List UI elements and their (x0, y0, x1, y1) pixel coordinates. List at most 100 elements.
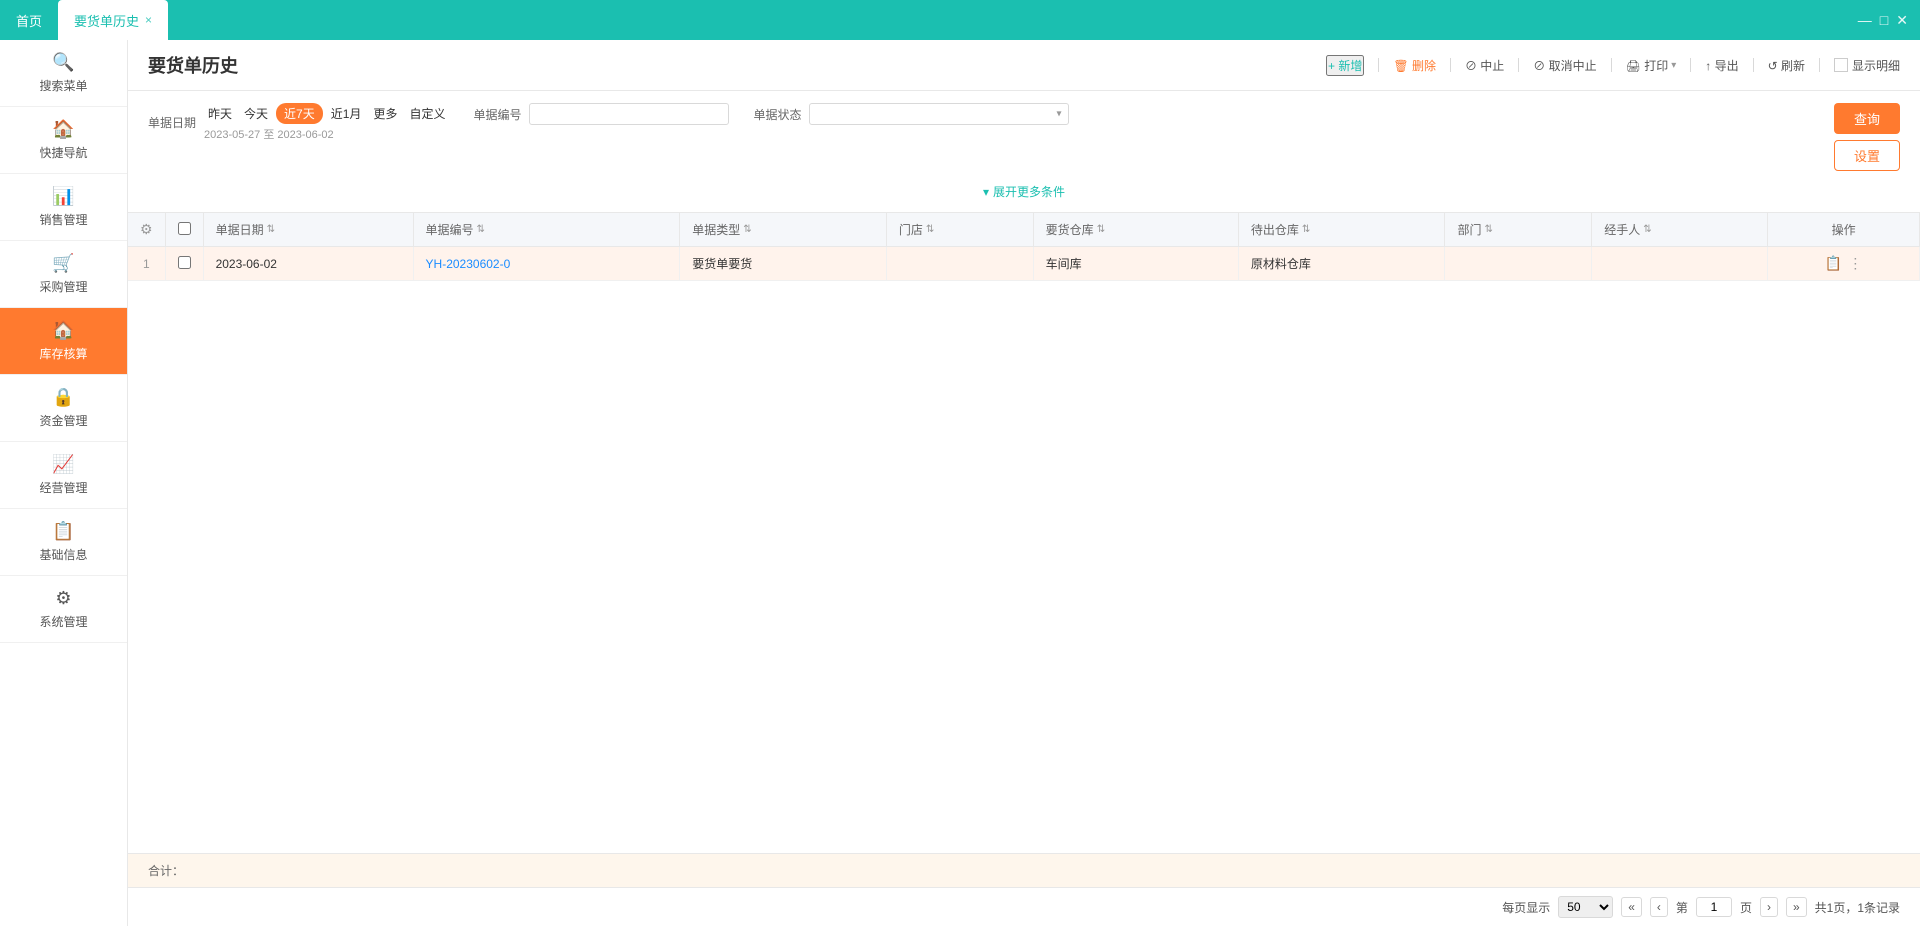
tab-close-icon[interactable]: × (145, 13, 152, 27)
divider (1690, 58, 1691, 72)
order-no-link[interactable]: YH-20230602-0 (426, 257, 511, 271)
date-btn-more[interactable]: 更多 (369, 103, 401, 124)
row-order-date: 2023-06-02 (203, 247, 413, 281)
sort-order-no-icon[interactable]: ⇅ (477, 224, 485, 235)
sort-department-icon[interactable]: ⇅ (1484, 224, 1492, 235)
table-summary: 合计： (128, 853, 1920, 887)
last-page-button[interactable]: » (1786, 897, 1807, 917)
delete-button[interactable]: 🗑 删除 (1393, 57, 1436, 74)
row-req-warehouse: 车间库 (1033, 247, 1238, 281)
row-checkbox[interactable] (178, 256, 191, 269)
sidebar-item-search-menu[interactable]: 🔍 搜索菜单 (0, 40, 127, 107)
date-range-display: 2023-05-27 至 2023-06-02 (204, 126, 449, 142)
date-btn-1month[interactable]: 近1月 (327, 103, 366, 124)
stop-button[interactable]: ⊘ 中止 (1465, 57, 1504, 74)
export-button[interactable]: ↑ 导出 (1705, 57, 1738, 74)
sort-order-date-icon[interactable]: ⇅ (267, 224, 275, 235)
order-no-input[interactable] (529, 103, 729, 125)
divider (1611, 58, 1612, 72)
date-btn-7days[interactable]: 近7天 (276, 103, 323, 124)
th-actions: 操作 (1768, 213, 1920, 247)
filter-area: 单据日期 昨天 今天 近7天 近1月 更多 自定义 2023-05-27 至 2… (128, 91, 1920, 213)
page-unit: 页 (1740, 899, 1752, 916)
sidebar-item-sales[interactable]: 📊 销售管理 (0, 174, 127, 241)
maximize-icon[interactable]: □ (1880, 12, 1888, 28)
tab-requisition-history[interactable]: 要货单历史 × (58, 0, 168, 40)
minimize-icon[interactable]: — (1858, 12, 1872, 28)
first-page-button[interactable]: « (1621, 897, 1642, 917)
th-order-date: 单据日期 ⇅ (203, 213, 413, 247)
row-num: 1 (128, 247, 165, 281)
sidebar-item-purchase[interactable]: 🛒 采购管理 (0, 241, 127, 308)
print-button[interactable]: 🖨 打印 ▾ (1626, 57, 1677, 74)
pagination-bar: 每页显示 10 20 50 100 « ‹ 第 页 › » 共1页，1条记录 (128, 887, 1920, 926)
order-no-filter-group: 单据编号 (473, 103, 729, 125)
sidebar-item-label: 系统管理 (39, 613, 87, 630)
divider (1518, 58, 1519, 72)
show-detail-checkbox[interactable] (1834, 58, 1848, 72)
date-filter-label: 单据日期 (148, 114, 196, 131)
row-handler (1592, 247, 1768, 281)
new-button[interactable]: + 新增 (1326, 55, 1364, 76)
row-store (886, 247, 1033, 281)
select-all-checkbox[interactable] (178, 222, 191, 235)
show-detail-toggle[interactable]: 显示明细 (1834, 57, 1900, 74)
page-label: 第 (1676, 899, 1688, 916)
divider (1819, 58, 1820, 72)
date-btn-today[interactable]: 今天 (240, 103, 272, 124)
header-actions: + 新增 🗑 删除 ⊘ 中止 ⊘ 取消中止 🖨 打印 ▾ (1326, 55, 1900, 76)
divider (1450, 58, 1451, 72)
th-req-warehouse: 要货仓库 ⇅ (1033, 213, 1238, 247)
finance-icon: 🔒 (52, 387, 74, 408)
table-header: ⚙ 单据日期 ⇅ 单据编号 (128, 213, 1920, 247)
sidebar-item-operations[interactable]: 📈 经营管理 (0, 442, 127, 509)
row-department (1445, 247, 1592, 281)
query-button[interactable]: 查询 (1834, 103, 1900, 134)
sort-req-warehouse-icon[interactable]: ⇅ (1097, 224, 1105, 235)
sidebar-item-finance[interactable]: 🔒 资金管理 (0, 375, 127, 442)
sort-handler-icon[interactable]: ⇅ (1643, 224, 1651, 235)
status-filter-group: 单据状态 ▾ (753, 103, 1069, 125)
prev-page-button[interactable]: ‹ (1650, 897, 1668, 917)
th-settings: ⚙ (128, 213, 165, 247)
table-settings-icon[interactable]: ⚙ (140, 221, 153, 237)
tab-home[interactable]: 首页 (0, 0, 58, 40)
date-btn-yesterday[interactable]: 昨天 (204, 103, 236, 124)
print-dropdown-icon[interactable]: ▾ (1671, 60, 1676, 71)
next-page-button[interactable]: › (1760, 897, 1778, 917)
row-pending-warehouse: 原材料仓库 (1238, 247, 1445, 281)
th-handler: 经手人 ⇅ (1592, 213, 1768, 247)
page-title: 要货单历史 (148, 52, 238, 78)
divider (1378, 58, 1379, 72)
expand-filter-button[interactable]: ▾ 展开更多条件 (983, 183, 1065, 200)
system-icon: ⚙ (55, 588, 71, 609)
sort-order-type-icon[interactable]: ⇅ (743, 224, 751, 235)
sort-store-icon[interactable]: ⇅ (926, 224, 934, 235)
close-icon[interactable]: ✕ (1896, 12, 1908, 29)
order-no-label: 单据编号 (473, 106, 521, 123)
content-area: 要货单历史 + 新增 🗑 删除 ⊘ 中止 ⊘ 取消中止 (128, 40, 1920, 926)
sidebar-item-inventory[interactable]: 🏠 库存核算 (0, 308, 127, 375)
row-more-icon[interactable]: ⋮ (1848, 255, 1862, 272)
filter-settings-button[interactable]: 设置 (1834, 140, 1900, 171)
page-number-input[interactable] (1696, 897, 1732, 917)
page-header: 要货单历史 + 新增 🗑 删除 ⊘ 中止 ⊘ 取消中止 (128, 40, 1920, 91)
row-edit-icon[interactable]: 📋 (1825, 255, 1842, 272)
sidebar-item-label: 快捷导航 (39, 144, 87, 161)
refresh-button[interactable]: ↺ 刷新 (1768, 57, 1805, 74)
sidebar-item-quick-nav[interactable]: 🏠 快捷导航 (0, 107, 127, 174)
sidebar-item-basic-info[interactable]: 📋 基础信息 (0, 509, 127, 576)
per-page-select[interactable]: 10 20 50 100 (1558, 896, 1613, 918)
cancel-stop-button[interactable]: ⊘ 取消中止 (1533, 57, 1596, 74)
window-controls: — □ ✕ (1858, 12, 1920, 29)
divider (1753, 58, 1754, 72)
per-page-label: 每页显示 (1502, 899, 1550, 916)
table-row: 1 2023-06-02 YH-20230602-0 要货单要货 车间库 原材料… (128, 247, 1920, 281)
sort-pending-warehouse-icon[interactable]: ⇅ (1302, 224, 1310, 235)
date-btn-custom[interactable]: 自定义 (405, 103, 449, 124)
top-bar: 首页 要货单历史 × — □ ✕ (0, 0, 1920, 40)
sidebar-item-system[interactable]: ⚙ 系统管理 (0, 576, 127, 643)
status-label: 单据状态 (753, 106, 801, 123)
row-checkbox-cell (165, 247, 203, 281)
status-input[interactable] (809, 103, 1069, 125)
